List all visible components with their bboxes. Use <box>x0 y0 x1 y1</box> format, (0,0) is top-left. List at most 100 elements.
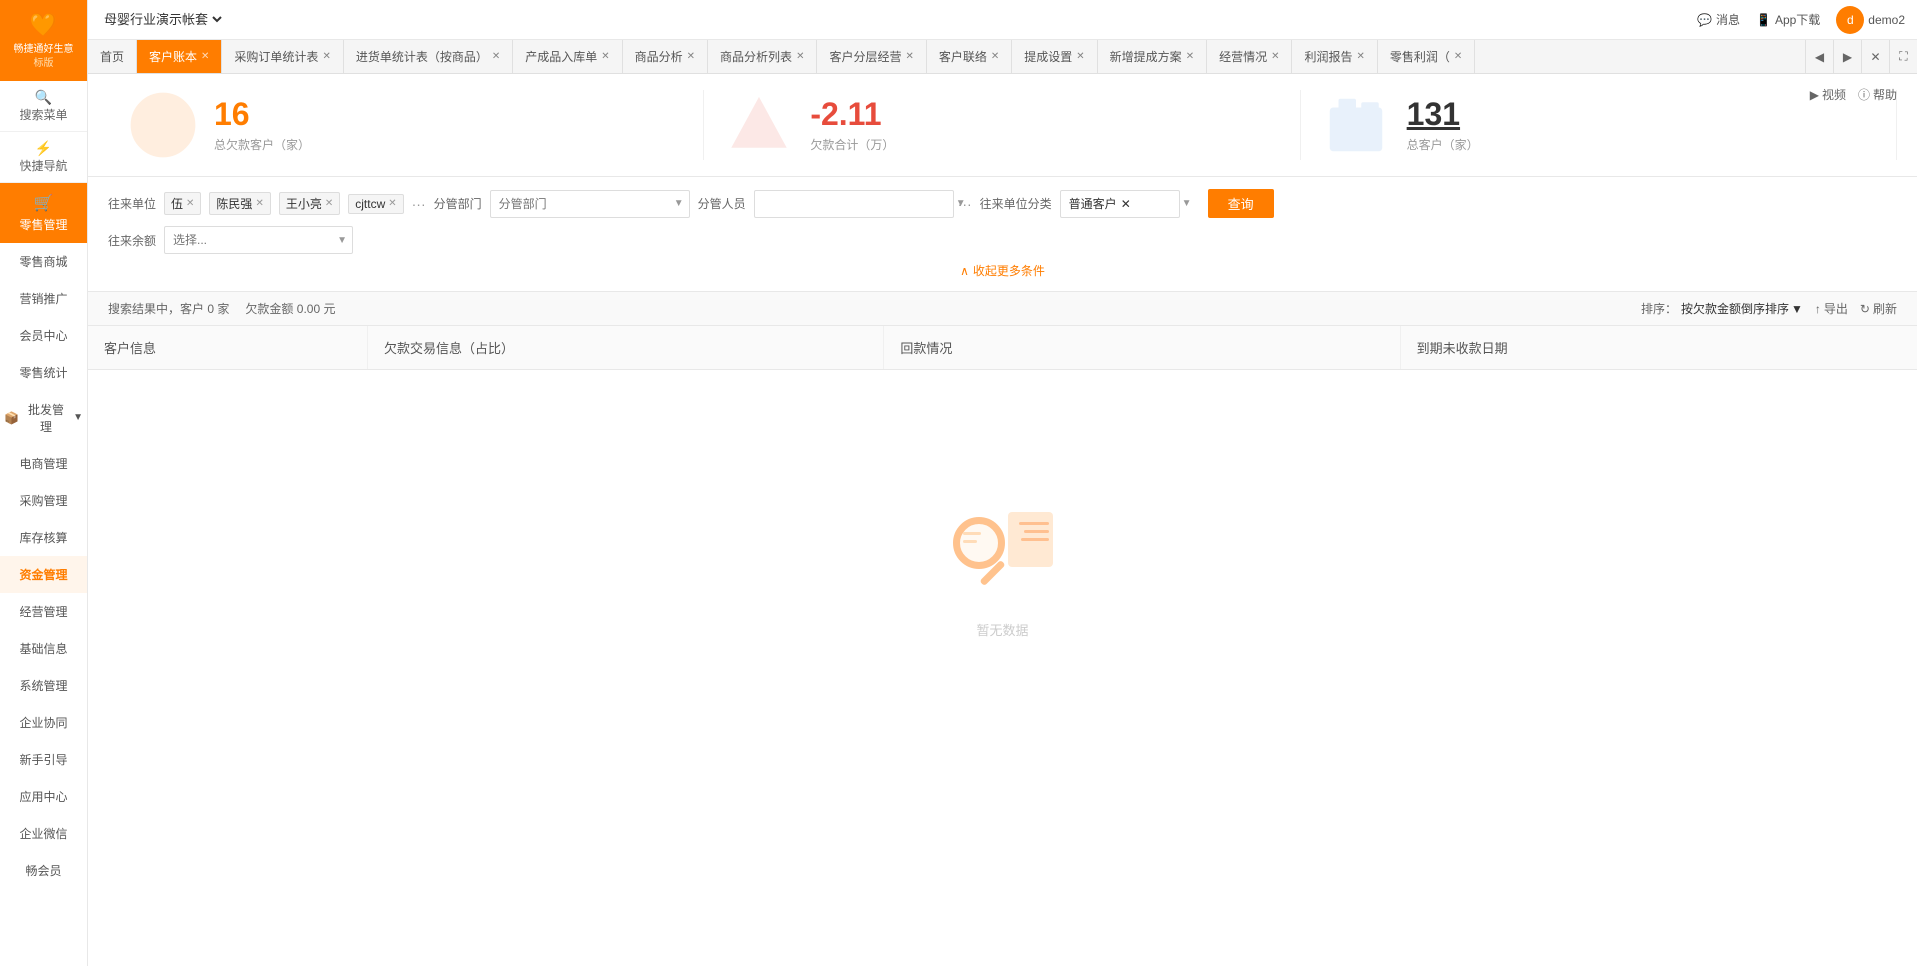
sidebar-item-system[interactable]: 系统管理 <box>0 667 87 704</box>
summary-area: ¥ 16 总欠款客户（家） ! <box>88 74 1917 177</box>
person-more[interactable]: ··· <box>958 196 972 212</box>
close-tab-customer-ledger[interactable]: ✕ <box>201 51 209 62</box>
tab-retail-profit[interactable]: 零售利润（ ✕ <box>1378 40 1475 74</box>
help-icon: ⓘ <box>1858 86 1870 103</box>
export-btn[interactable]: ↑ 导出 <box>1815 300 1848 317</box>
tab-home[interactable]: 首页 <box>88 40 137 74</box>
sidebar-item-retail-mall[interactable]: 零售商城 <box>0 243 87 280</box>
summary-actions: ▶ 视频 ⓘ 帮助 <box>1810 86 1897 103</box>
remove-tag-chen[interactable]: ✕ <box>255 198 263 209</box>
tab-boost-settings[interactable]: 提成设置 ✕ <box>1012 40 1097 74</box>
app-download-btn[interactable]: 📱 App下载 <box>1756 11 1820 28</box>
sidebar-item-member-plus[interactable]: 畅会员 <box>0 852 87 889</box>
sidebar-item-retail-stats[interactable]: 零售统计 <box>0 354 87 391</box>
tab-maximize[interactable]: ⛶ <box>1889 40 1917 74</box>
main-area: 母婴行业演示帐套 💬 消息 📱 App下载 d demo2 <box>88 0 1917 966</box>
svg-text:!: ! <box>756 123 762 146</box>
sidebar-logo[interactable]: 🧡 畅捷通好生意 标版 <box>0 0 87 81</box>
sort-value-btn[interactable]: 按欠款金额倒序排序 ▼ <box>1681 300 1803 317</box>
tab-product-inbound[interactable]: 产成品入库单 ✕ <box>513 40 622 74</box>
summary-text-1: 16 总欠款客户（家） <box>214 98 683 153</box>
tab-customer-connect[interactable]: 客户联络 ✕ <box>927 40 1012 74</box>
filter-tag-cjttcw: cjttcw ✕ <box>348 194 403 214</box>
collapse-btn[interactable]: ∧ 收起更多条件 <box>108 262 1897 279</box>
balance-select[interactable] <box>164 226 353 254</box>
close-tab-new-boost[interactable]: ✕ <box>1186 51 1194 62</box>
sidebar-item-inventory[interactable]: 库存核算 <box>0 519 87 556</box>
sidebar-item-new-guide[interactable]: 新手引导 <box>0 741 87 778</box>
filter-more-unit[interactable]: ··· <box>412 196 426 212</box>
unit-class-label: 往来单位分类 <box>980 195 1052 212</box>
sidebar-menu: 零售商城 营销推广 会员中心 零售统计 📦 批发管理 ▼ 电商管理 采购管理 <box>0 243 87 966</box>
summary-text-2: -2.11 欠款合计（万） <box>810 98 1279 153</box>
sidebar-item-enterprise-wx[interactable]: 企业微信 <box>0 815 87 852</box>
table-header-arrears: 欠款交易信息（占比） <box>368 326 884 369</box>
topbar: 母婴行业演示帐套 💬 消息 📱 App下载 d demo2 <box>88 0 1917 40</box>
remove-tag-wu[interactable]: ✕ <box>186 198 194 209</box>
close-tab-boost-settings[interactable]: ✕ <box>1076 51 1084 62</box>
sidebar-item-member[interactable]: 会员中心 <box>0 317 87 354</box>
tab-scroll-left[interactable]: ◀ <box>1805 40 1833 74</box>
sidebar-item-app-center[interactable]: 应用中心 <box>0 778 87 815</box>
filter-row-1: 往来单位 伍 ✕ 陈民强 ✕ 王小亮 ✕ cjttcw <box>108 189 1897 218</box>
tab-operations[interactable]: 经营情况 ✕ <box>1207 40 1292 74</box>
sidebar-item-purchase[interactable]: 采购管理 <box>0 482 87 519</box>
tab-customer-ledger[interactable]: 客户账本 ✕ <box>137 40 222 74</box>
table-header: 客户信息 欠款交易信息（占比） 回款情况 到期未收款日期 <box>88 326 1917 370</box>
user-menu[interactable]: d demo2 <box>1836 6 1905 34</box>
topbar-right: 💬 消息 📱 App下载 d demo2 <box>1697 6 1905 34</box>
remove-tag-cjttcw[interactable]: ✕ <box>388 198 396 209</box>
help-btn[interactable]: ⓘ 帮助 <box>1858 86 1897 103</box>
results-bar: 搜索结果中，客户 0 家 欠款金额 0.00 元 排序： 按欠款金额倒序排序 <box>88 292 1917 326</box>
close-tab-customer-connect[interactable]: ✕ <box>991 51 999 62</box>
sidebar-item-quicknav[interactable]: ⚡ 快捷导航 <box>0 132 87 183</box>
sidebar-item-wholesale[interactable]: 📦 批发管理 ▼ <box>0 391 87 445</box>
tab-purchase-stats[interactable]: 进货单统计表（按商品） ✕ <box>344 40 513 74</box>
tab-profit-report[interactable]: 利润报告 ✕ <box>1292 40 1377 74</box>
close-tab-customer-segment[interactable]: ✕ <box>905 51 913 62</box>
demo-select[interactable]: 母婴行业演示帐套 <box>100 11 225 28</box>
tab-product-analysis[interactable]: 商品分析 ✕ <box>623 40 708 74</box>
summary-label-2: 欠款合计（万） <box>810 136 1279 153</box>
tab-customer-segment[interactable]: 客户分层经营 ✕ <box>817 40 926 74</box>
tab-scroll-right[interactable]: ▶ <box>1833 40 1861 74</box>
person-select[interactable] <box>754 190 954 218</box>
sidebar-item-finance[interactable]: 资金管理 <box>0 556 87 593</box>
tab-new-boost[interactable]: 新增提成方案 ✕ <box>1098 40 1207 74</box>
close-tab-product-inbound[interactable]: ✕ <box>601 51 609 62</box>
remove-unit-class[interactable]: ✕ <box>1121 197 1131 211</box>
results-bar-right: 排序： 按欠款金额倒序排序 ▼ ↑ 导出 ↻ 刷新 <box>1641 300 1897 317</box>
arrears-text: 欠款金额 0.00 元 <box>245 300 335 317</box>
sidebar-item-marketing[interactable]: 营销推广 <box>0 280 87 317</box>
sort-select: 排序： 按欠款金额倒序排序 ▼ <box>1641 300 1803 317</box>
balance-filter-label: 往来余额 <box>108 232 156 249</box>
close-tab-profit-report[interactable]: ✕ <box>1357 51 1365 62</box>
sidebar-item-basic-info[interactable]: 基础信息 <box>0 630 87 667</box>
remove-tag-wang[interactable]: ✕ <box>325 198 333 209</box>
close-tab-product-analysis[interactable]: ✕ <box>687 51 695 62</box>
query-button[interactable]: 查询 <box>1208 189 1274 218</box>
empty-text: 暂无数据 <box>976 620 1028 639</box>
dept-select-wrap: ▼ <box>490 190 690 218</box>
message-btn[interactable]: 💬 消息 <box>1697 11 1740 28</box>
empty-state: 暂无数据 <box>88 370 1917 770</box>
dept-select[interactable] <box>490 190 690 218</box>
sidebar-item-retail[interactable]: 🛒 零售管理 <box>0 183 87 243</box>
close-tab-purchase-order[interactable]: ✕ <box>322 51 330 62</box>
tab-product-analysis-list[interactable]: 商品分析列表 ✕ <box>708 40 817 74</box>
tab-controls: ◀ ▶ ✕ ⛶ <box>1805 40 1917 74</box>
sidebar-item-ecommerce[interactable]: 电商管理 <box>0 445 87 482</box>
video-btn[interactable]: ▶ 视频 <box>1810 86 1846 103</box>
logo-text: 畅捷通好生意 <box>8 43 79 57</box>
tab-close-all[interactable]: ✕ <box>1861 40 1889 74</box>
sidebar-item-operations-mgmt[interactable]: 经营管理 <box>0 593 87 630</box>
refresh-btn[interactable]: ↻ 刷新 <box>1860 300 1897 317</box>
sidebar-item-enterprise-coop[interactable]: 企业协同 <box>0 704 87 741</box>
tab-purchase-order[interactable]: 采购订单统计表 ✕ <box>222 40 343 74</box>
sidebar-item-search[interactable]: 🔍 搜索菜单 <box>0 81 87 132</box>
logo-sub: 标版 <box>8 57 79 71</box>
close-tab-operations[interactable]: ✕ <box>1271 51 1279 62</box>
close-tab-purchase-stats[interactable]: ✕ <box>492 51 500 62</box>
close-tab-retail-profit[interactable]: ✕ <box>1454 51 1462 62</box>
close-tab-product-analysis-list[interactable]: ✕ <box>796 51 804 62</box>
